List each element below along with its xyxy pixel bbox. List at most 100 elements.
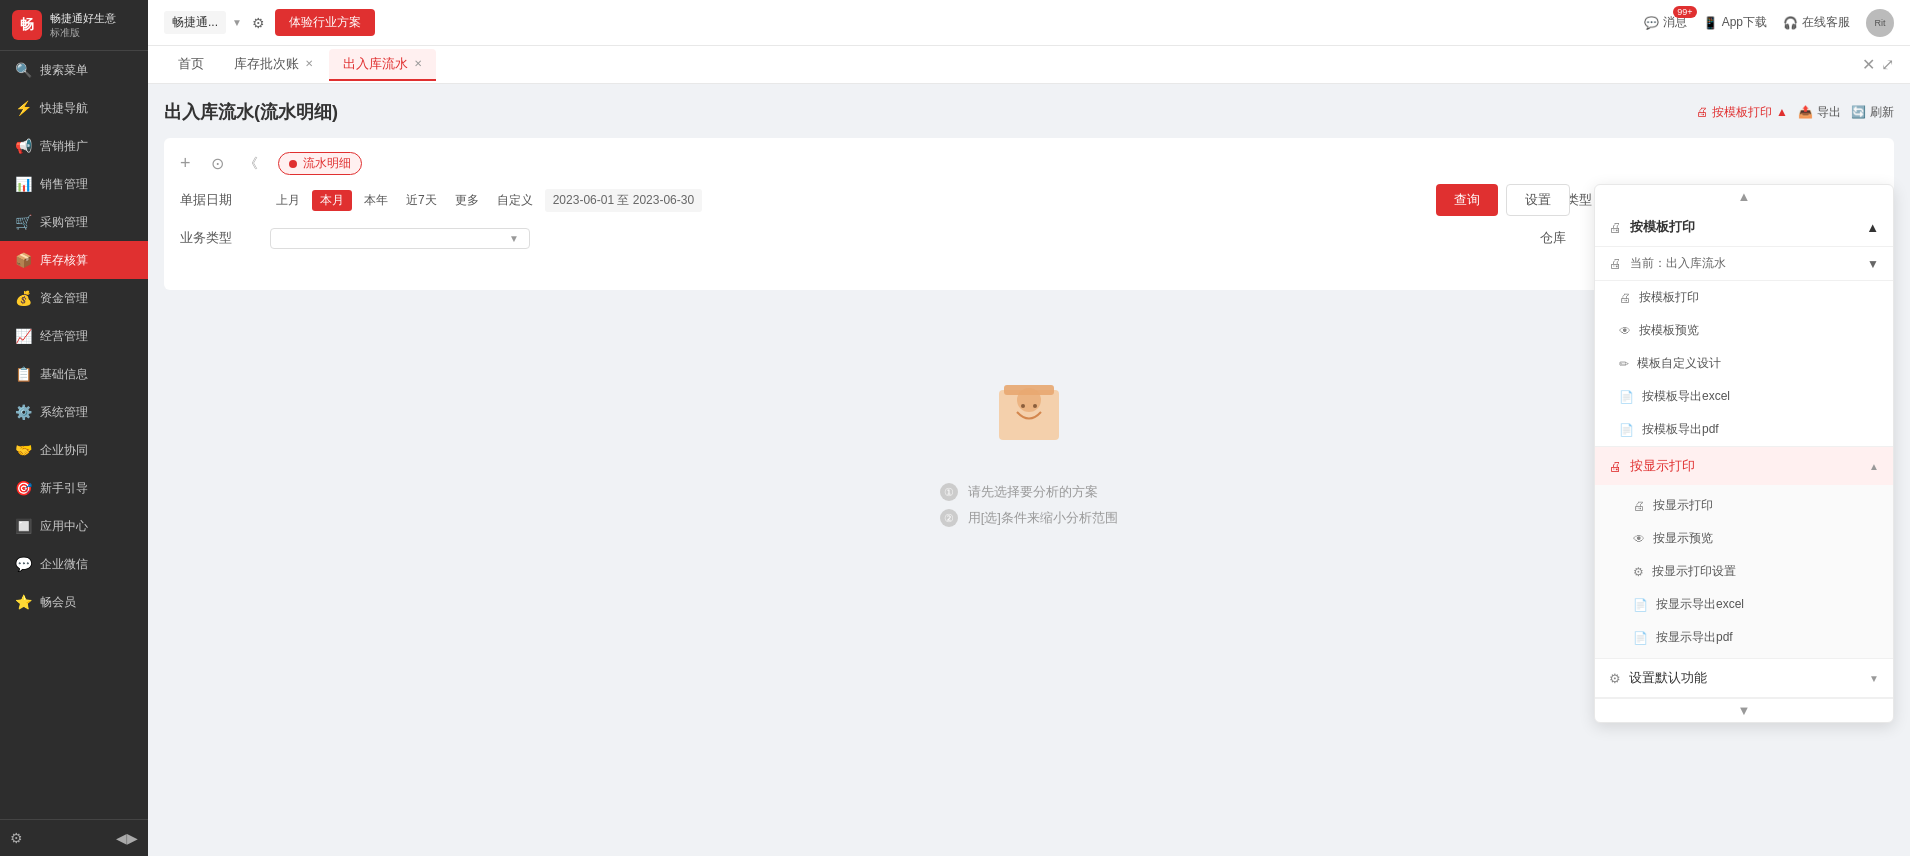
dropdown-header: 🖨 按模板打印 ▲	[1595, 208, 1893, 247]
cart-icon: 🛒	[14, 213, 32, 231]
date-btn-more[interactable]: 更多	[449, 190, 485, 211]
page-title: 出入库流水(流水明细)	[164, 100, 338, 124]
sidebar-item-purchase[interactable]: 🛒 采购管理	[0, 203, 148, 241]
message-btn[interactable]: 💬 消息 99+	[1644, 14, 1687, 31]
phone-icon: 📱	[1703, 16, 1718, 30]
money-icon: 💰	[14, 289, 32, 307]
avatar[interactable]: Rit	[1866, 9, 1894, 37]
tab-close-in-out-flow[interactable]: ✕	[414, 58, 422, 69]
tab-batch-account[interactable]: 库存批次账 ✕	[220, 49, 327, 81]
filter-settings-icon[interactable]: ⊙	[211, 154, 224, 173]
preview-icon: 👁	[1619, 324, 1631, 338]
sidebar-item-label: 应用中心	[40, 518, 88, 535]
sidebar-item-label: 畅会员	[40, 594, 76, 611]
scroll-down-btn[interactable]: ▼	[1595, 698, 1893, 722]
headset-icon: 🎧	[1783, 16, 1798, 30]
sidebar-item-quick-nav[interactable]: ⚡ 快捷导航	[0, 89, 148, 127]
set-default-header[interactable]: ⚙ 设置默认功能 ▼	[1595, 659, 1893, 697]
business-type-select[interactable]: ▼	[270, 228, 530, 249]
scroll-up-btn[interactable]: ▲	[1595, 185, 1893, 208]
dropdown-scroll-area: 🖨 按模板打印 👁 按模板预览 ✏ 模板自定义设计 📄 按模板导出excel	[1595, 281, 1893, 698]
step-2-num: ②	[940, 509, 958, 527]
settings-apply-btn[interactable]: 设置	[1506, 184, 1570, 216]
tab-home[interactable]: 首页	[164, 49, 218, 81]
filter-add-icon[interactable]: +	[180, 153, 191, 174]
sidebar-item-marketing[interactable]: 📢 营销推广	[0, 127, 148, 165]
sidebar-settings-btn[interactable]: ⚙	[10, 830, 23, 846]
sidebar-item-app-center[interactable]: 🔲 应用中心	[0, 507, 148, 545]
settings-icon: ⚙	[1633, 565, 1644, 579]
date-options-group: 上月 本月 本年 近7天 更多 自定义 2023-06-01 至 2023-06…	[270, 189, 702, 212]
chevron-down-icon[interactable]: ▼	[232, 17, 242, 28]
main-area: 畅捷通... ▼ ⚙ 体验行业方案 💬 消息 99+ 📱 App下载 🎧 在线客…	[148, 0, 1910, 856]
sidebar-item-system[interactable]: ⚙️ 系统管理	[0, 393, 148, 431]
topbar: 畅捷通... ▼ ⚙ 体验行业方案 💬 消息 99+ 📱 App下载 🎧 在线客…	[148, 0, 1910, 46]
sidebar-item-label: 采购管理	[40, 214, 88, 231]
sidebar-item-inventory[interactable]: 📦 库存核算	[0, 241, 148, 279]
sidebar-toggle-btn[interactable]: ◀▶	[116, 830, 138, 846]
empty-text: ① 请先选择要分析的方案 ② 用[选]条件来缩小分析范围	[940, 479, 1118, 531]
printer-icon: 🖨	[1696, 105, 1708, 119]
dropdown-template-pdf-item[interactable]: 📄 按模板导出pdf	[1595, 413, 1893, 446]
tag-dot	[289, 160, 297, 168]
refresh-icon: 🔄	[1851, 105, 1866, 119]
date-btn-custom[interactable]: 自定义	[491, 190, 539, 211]
sidebar-item-label: 基础信息	[40, 366, 88, 383]
tab-close-batch-account[interactable]: ✕	[305, 58, 313, 69]
sidebar-item-label: 销售管理	[40, 176, 88, 193]
megaphone-icon: 📢	[14, 137, 32, 155]
display-print-header[interactable]: 🖨 按显示打印 ▲	[1595, 447, 1893, 485]
filter-collapse-icon[interactable]: 《	[244, 155, 258, 173]
set-default-section: ⚙ 设置默认功能 ▼	[1595, 659, 1893, 698]
template-print-section: 🖨 按模板打印 👁 按模板预览 ✏ 模板自定义设计 📄 按模板导出excel	[1595, 281, 1893, 447]
date-btn-last-month[interactable]: 上月	[270, 190, 306, 211]
refresh-btn[interactable]: 🔄 刷新	[1851, 104, 1894, 121]
sidebar-item-newbie[interactable]: 🎯 新手引导	[0, 469, 148, 507]
export-btn[interactable]: 📤 导出	[1798, 104, 1841, 121]
sidebar-item-finance[interactable]: 💰 资金管理	[0, 279, 148, 317]
business-type-label: 业务类型	[180, 229, 250, 247]
date-btn-this-year[interactable]: 本年	[358, 190, 394, 211]
sidebar-item-wechat[interactable]: 💬 企业微信	[0, 545, 148, 583]
dropdown-display-settings-item[interactable]: ⚙ 按显示打印设置	[1595, 555, 1893, 588]
dropdown-display-print-item[interactable]: 🖨 按显示打印	[1595, 489, 1893, 522]
app-download-btn[interactable]: 📱 App下载	[1703, 14, 1767, 31]
topbar-gear-icon[interactable]: ⚙	[252, 15, 265, 31]
expand-icon[interactable]: ⤢	[1881, 55, 1894, 74]
dropdown-title: 按模板打印	[1630, 218, 1695, 236]
handshake-icon: 🤝	[14, 441, 32, 459]
box-icon: 📦	[14, 251, 32, 269]
date-filter-label: 单据日期	[180, 191, 250, 209]
date-btn-this-month[interactable]: 本月	[312, 190, 352, 211]
query-btn[interactable]: 查询	[1436, 184, 1498, 216]
sidebar-item-vip[interactable]: ⭐ 畅会员	[0, 583, 148, 621]
filter-tag-waterflow[interactable]: 流水明细	[278, 152, 362, 175]
sidebar-item-search[interactable]: 🔍 搜索菜单	[0, 51, 148, 89]
username-display: 畅捷通...	[164, 11, 226, 34]
tab-in-out-flow[interactable]: 出入库流水 ✕	[329, 49, 436, 81]
tabbar-controls: ✕ ⤢	[1862, 55, 1894, 74]
trial-btn[interactable]: 体验行业方案	[275, 9, 375, 36]
sidebar-item-enterprise[interactable]: 🤝 企业协同	[0, 431, 148, 469]
svg-point-2	[1017, 388, 1041, 412]
sidebar-item-operations[interactable]: 📈 经营管理	[0, 317, 148, 355]
set-default-icon: ⚙	[1609, 671, 1621, 686]
dropdown-display-preview-item[interactable]: 👁 按显示预览	[1595, 522, 1893, 555]
sidebar-item-basic[interactable]: 📋 基础信息	[0, 355, 148, 393]
star-icon: ⭐	[14, 593, 32, 611]
online-service-btn[interactable]: 🎧 在线客服	[1783, 14, 1850, 31]
dropdown-display-excel-item[interactable]: 📄 按显示导出excel	[1595, 588, 1893, 621]
print-template-btn[interactable]: 🖨 按模板打印 ▲	[1696, 104, 1788, 121]
sidebar-item-sales[interactable]: 📊 销售管理	[0, 165, 148, 203]
dropdown-template-design-item[interactable]: ✏ 模板自定义设计	[1595, 347, 1893, 380]
edit-icon: ✏	[1619, 357, 1629, 371]
date-btn-7days[interactable]: 近7天	[400, 190, 443, 211]
dropdown-template-print-item[interactable]: 🖨 按模板打印	[1595, 281, 1893, 314]
gear-icon: ⚙️	[14, 403, 32, 421]
print3-icon: 🖨	[1633, 499, 1645, 513]
close-all-tabs-icon[interactable]: ✕	[1862, 55, 1875, 74]
export-icon: 📤	[1798, 105, 1813, 119]
dropdown-template-preview-item[interactable]: 👁 按模板预览	[1595, 314, 1893, 347]
dropdown-template-excel-item[interactable]: 📄 按模板导出excel	[1595, 380, 1893, 413]
dropdown-display-pdf-item[interactable]: 📄 按显示导出pdf	[1595, 621, 1893, 654]
